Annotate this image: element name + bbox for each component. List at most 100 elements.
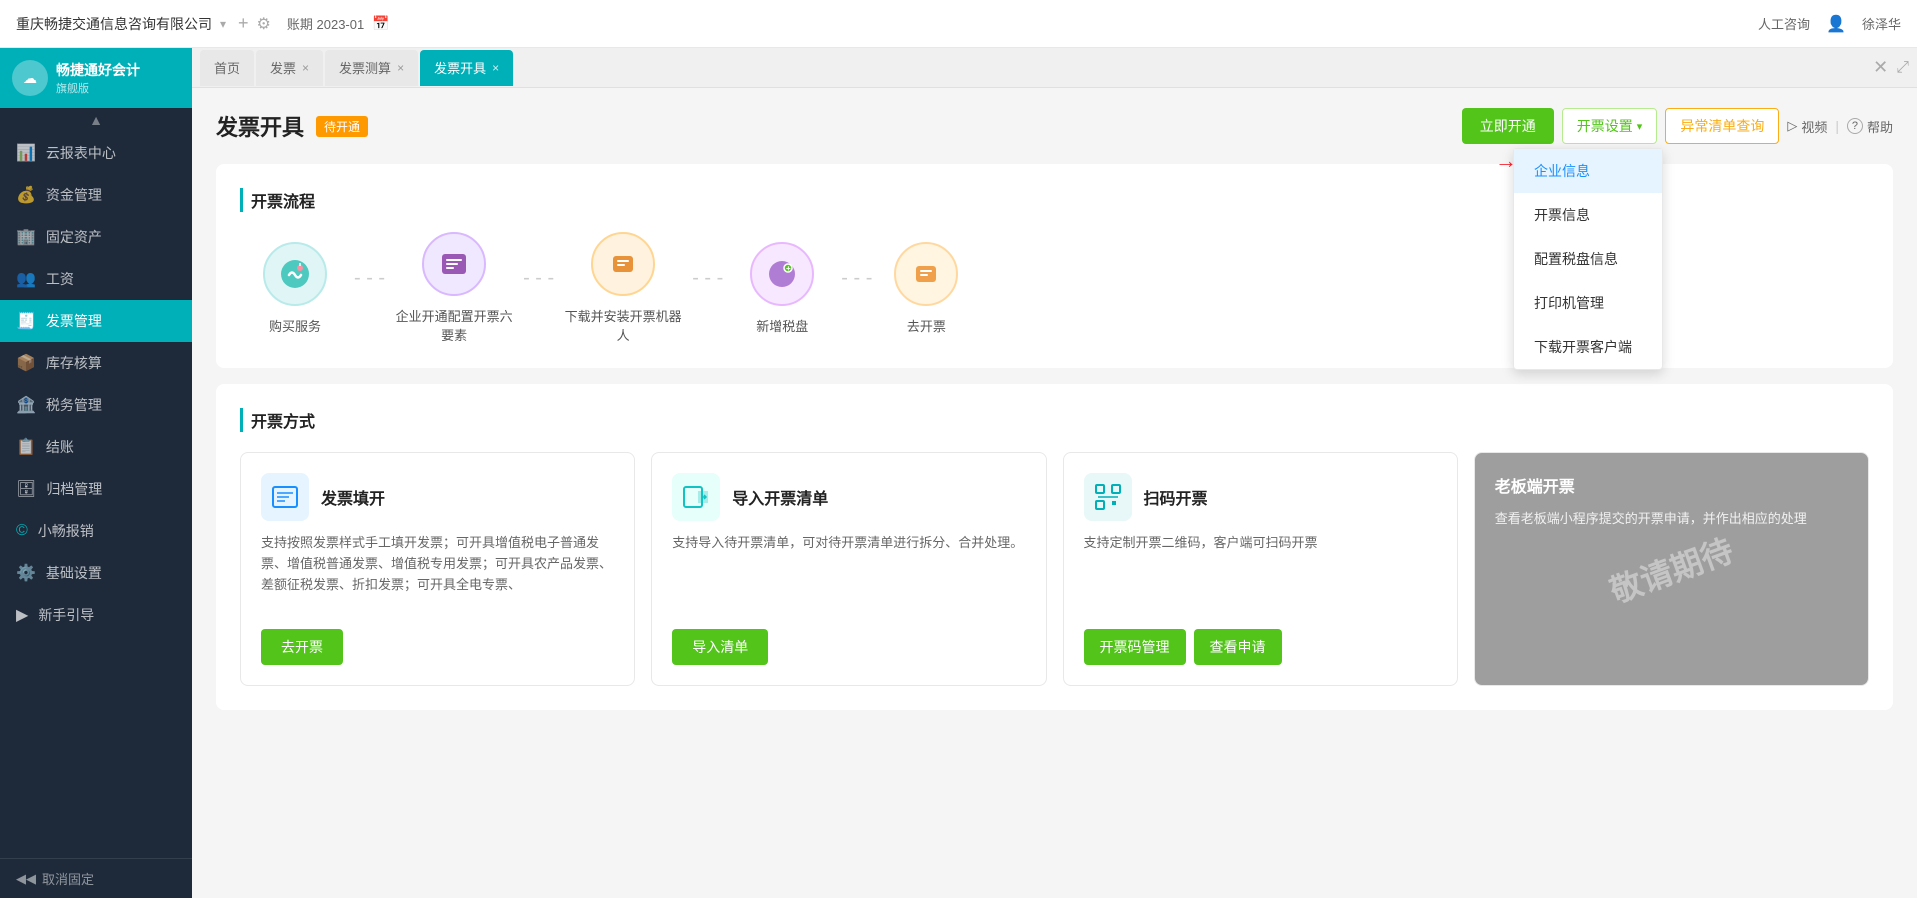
logo-icon: ☁ <box>12 60 48 96</box>
import-btn[interactable]: 导入清单 <box>672 629 768 665</box>
sidebar-item-cloud-reports[interactable]: 📊 云报表中心 <box>0 132 192 174</box>
settings-chevron-icon: ▾ <box>1637 120 1643 133</box>
pending-badge: 待开通 <box>316 116 368 137</box>
tabs-bar: 首页 发票 × 发票测算 × 发票开具 × ✕ ⤢ <box>192 48 1917 88</box>
logo-area: ☁ 畅捷通好会计 旗舰版 <box>0 48 192 108</box>
cancel-pin-btn[interactable]: ◀◀ 取消固定 <box>0 859 192 898</box>
activate-btn[interactable]: 立即开通 <box>1462 108 1554 144</box>
guide-icon: ▶ <box>16 605 28 625</box>
tab-issue-close[interactable]: × <box>492 61 499 75</box>
step5-label: 去开票 <box>907 316 946 335</box>
sidebar-item-invoice[interactable]: 🧾 发票管理 <box>0 300 192 342</box>
dropdown-item-company[interactable]: 企业信息 <box>1514 149 1662 193</box>
sidebar-item-funds[interactable]: 💰 资金管理 <box>0 174 192 216</box>
settings-icon[interactable]: ⚙ <box>257 14 271 34</box>
dropdown-item-printer[interactable]: 打印机管理 <box>1514 281 1662 325</box>
sidebar-label: 固定资产 <box>46 227 102 247</box>
step-arrow-1: - - - <box>354 267 385 310</box>
tab-calc-close[interactable]: × <box>397 61 404 75</box>
sidebar-item-tax[interactable]: 🏦 税务管理 <box>0 384 192 426</box>
sidebar-item-salary[interactable]: 👥 工资 <box>0 258 192 300</box>
svg-text:+: + <box>786 264 791 273</box>
sidebar-item-assets[interactable]: 🏢 固定资产 <box>0 216 192 258</box>
basic-icon: ⚙️ <box>16 563 36 583</box>
tab-invoice-label: 发票 <box>270 58 296 77</box>
flow-step-4: + 新增税盘 <box>727 242 837 335</box>
sidebar-label: 小畅报销 <box>38 521 94 541</box>
sidebar-scroll-up[interactable]: ▲ <box>0 108 192 132</box>
tab-home[interactable]: 首页 <box>200 50 254 86</box>
step4-icon: + <box>750 242 814 306</box>
step3-icon <box>591 232 655 296</box>
step3-label: 下载并安装开票机器人 <box>563 306 683 344</box>
import-title: 导入开票清单 <box>732 485 828 509</box>
manual-btn[interactable]: 去开票 <box>261 629 343 665</box>
tab-calc[interactable]: 发票测算 × <box>325 50 418 86</box>
sidebar-nav: 📊 云报表中心 💰 资金管理 🏢 固定资产 👥 工资 🧾 发票管理 📦 <box>0 132 192 858</box>
tab-close-btn[interactable]: ✕ <box>1873 57 1888 78</box>
tab-issue-label: 发票开具 <box>434 58 486 77</box>
content-area: 首页 发票 × 发票测算 × 发票开具 × ✕ ⤢ 发票开具 <box>192 48 1917 898</box>
dropdown-item-tax-disk[interactable]: 配置税盘信息 <box>1514 237 1662 281</box>
help-btn[interactable]: ? 帮助 <box>1847 117 1893 136</box>
dropdown-icon[interactable]: ▾ <box>220 17 226 31</box>
flow-step-1: 购买服务 <box>240 242 350 335</box>
add-company-btn[interactable]: + <box>238 13 249 34</box>
company-name: 重庆畅捷交通信息咨询有限公司 <box>16 14 212 34</box>
billing-title: 开票方式 <box>240 408 1869 432</box>
play-icon: ▷ <box>1787 118 1797 134</box>
step1-label: 购买服务 <box>269 316 321 335</box>
settings-btn-label: 开票设置 <box>1577 116 1633 136</box>
sidebar-item-inventory[interactable]: 📦 库存核算 <box>0 342 192 384</box>
closing-icon: 📋 <box>16 437 36 457</box>
import-icon <box>672 473 720 521</box>
user-name: 徐泽华 <box>1862 14 1901 33</box>
logo-text: 畅捷通好会计 <box>56 60 140 80</box>
dropdown-item-download[interactable]: 下载开票客户端 <box>1514 325 1662 369</box>
sidebar-label: 库存核算 <box>46 353 102 373</box>
dropdown-item-invoice-info[interactable]: 开票信息 <box>1514 193 1662 237</box>
step2-icon <box>422 232 486 296</box>
cloud-icon: 📊 <box>16 143 36 163</box>
video-btn[interactable]: ▷ 视频 <box>1787 117 1827 136</box>
assets-icon: 🏢 <box>16 227 36 247</box>
tab-invoice[interactable]: 发票 × <box>256 50 323 86</box>
manual-icon <box>261 473 309 521</box>
tab-home-label: 首页 <box>214 58 240 77</box>
sidebar-label: 税务管理 <box>46 395 102 415</box>
step1-icon <box>263 242 327 306</box>
sidebar-label: 云报表中心 <box>46 143 116 163</box>
boss-title: 老板端开票 <box>1495 473 1575 497</box>
pin-icon: ◀◀ <box>16 871 36 887</box>
scan-btn2[interactable]: 查看申请 <box>1194 629 1282 665</box>
flow-step-5: 去开票 <box>876 242 976 335</box>
support-btn[interactable]: 人工咨询 <box>1758 14 1810 33</box>
sidebar-item-archive[interactable]: 🗄 归档管理 <box>0 468 192 510</box>
step-arrow-2: - - - <box>523 267 554 310</box>
sidebar-item-expense[interactable]: © 小畅报销 <box>0 510 192 552</box>
import-desc: 支持导入待开票清单，可对待开票清单进行拆分、合并处理。 <box>672 533 1025 613</box>
header-actions: 立即开通 开票设置 ▾ 异常清单查询 ▷ 视频 | ? 帮助 <box>1462 108 1893 144</box>
sidebar-item-closing[interactable]: 📋 结账 <box>0 426 192 468</box>
anomaly-btn[interactable]: 异常清单查询 <box>1665 108 1779 144</box>
user-avatar: 👤 <box>1826 14 1846 34</box>
billing-cards: 发票填开 支持按照发票样式手工填开发票；可开具增值税电子普通发票、增值税普通发票… <box>240 452 1869 686</box>
sidebar-item-basic[interactable]: ⚙️ 基础设置 <box>0 552 192 594</box>
calendar-icon[interactable]: 📅 <box>372 15 389 32</box>
sidebar-label: 发票管理 <box>46 311 102 331</box>
tab-issue[interactable]: 发票开具 × <box>420 50 513 86</box>
tab-maximize-btn[interactable]: ⤢ <box>1896 59 1909 77</box>
settings-dropdown-btn[interactable]: 开票设置 ▾ <box>1562 108 1658 144</box>
billing-section: 开票方式 发票填开 支持按照发票样式手工填开发票；可开具增值税电子普通发票、增值… <box>216 384 1893 710</box>
scan-btn1[interactable]: 开票码管理 <box>1084 629 1186 665</box>
tab-invoice-close[interactable]: × <box>302 61 309 75</box>
video-label: 视频 <box>1801 117 1827 136</box>
manual-desc: 支持按照发票样式手工填开发票；可开具增值税电子普通发票、增值税普通发票、增值税专… <box>261 533 614 613</box>
billing-card-manual: 发票填开 支持按照发票样式手工填开发票；可开具增值税电子普通发票、增值税普通发票… <box>240 452 635 686</box>
funds-icon: 💰 <box>16 185 36 205</box>
scan-title: 扫码开票 <box>1144 485 1208 509</box>
billing-card-boss: 老板端开票 查看老板端小程序提交的开票申请，并作出相应的处理 敬请期待 <box>1474 452 1869 686</box>
page-title: 发票开具 <box>216 110 304 142</box>
sidebar-label: 基础设置 <box>46 563 102 583</box>
sidebar-item-guide[interactable]: ▶ 新手引导 <box>0 594 192 636</box>
